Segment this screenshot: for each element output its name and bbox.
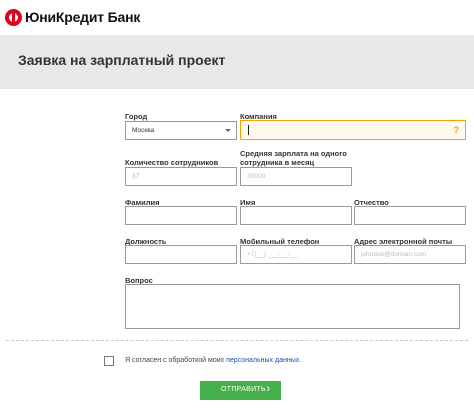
city-value: Москва (132, 127, 155, 134)
consent-checkbox[interactable] (104, 356, 114, 366)
bank-logo[interactable]: ЮниКредит Банк (5, 7, 140, 27)
page-header-band: Заявка на зарплатный проект (0, 35, 474, 89)
salary-input[interactable]: 30000 (240, 167, 352, 186)
consent-text: Я согласен с обработкой моих персональны… (125, 356, 301, 366)
bank-name: ЮниКредит Банк (25, 9, 141, 25)
position-input[interactable] (125, 245, 237, 264)
company-input[interactable]: ? (240, 120, 466, 140)
last-name-input[interactable] (125, 206, 237, 225)
employees-placeholder: 37 (132, 173, 140, 180)
unicredit-logo-icon (5, 8, 22, 26)
salary-placeholder: 30000 (247, 173, 266, 180)
question-textarea[interactable] (125, 284, 460, 329)
mobile-placeholder: +7(__) ___-__-__ (247, 251, 298, 258)
personal-data-link[interactable]: персональных данных (226, 357, 299, 364)
consent-suffix: . (299, 357, 302, 364)
city-select[interactable]: Москва (125, 121, 237, 140)
salary-label-line2: сотрудника в месяц (240, 158, 315, 167)
submit-button[interactable]: ОТПРАВИТЬ › (200, 381, 281, 400)
page-title: Заявка на зарплатный проект (18, 52, 226, 68)
chevron-right-icon: › (266, 383, 270, 395)
submit-label: ОТПРАВИТЬ (221, 386, 266, 393)
consent-label: Я согласен с обработкой моих (125, 357, 225, 364)
text-cursor (248, 125, 249, 135)
email-placeholder: johndoe@domain.com (361, 251, 427, 258)
section-divider (6, 340, 468, 341)
chevron-down-icon (225, 129, 231, 132)
salary-label-line1: Средняя зарплата на одного (240, 149, 347, 158)
patronymic-input[interactable] (354, 206, 466, 225)
mobile-input[interactable]: +7(__) ___-__-__ (240, 245, 352, 264)
employees-input[interactable]: 37 (125, 167, 237, 186)
employees-label: Количество сотрудников (125, 158, 219, 167)
email-input[interactable]: johndoe@domain.com (354, 245, 466, 264)
city-label: Город (125, 112, 148, 121)
first-name-input[interactable] (240, 206, 352, 225)
help-icon[interactable]: ? (454, 122, 460, 139)
